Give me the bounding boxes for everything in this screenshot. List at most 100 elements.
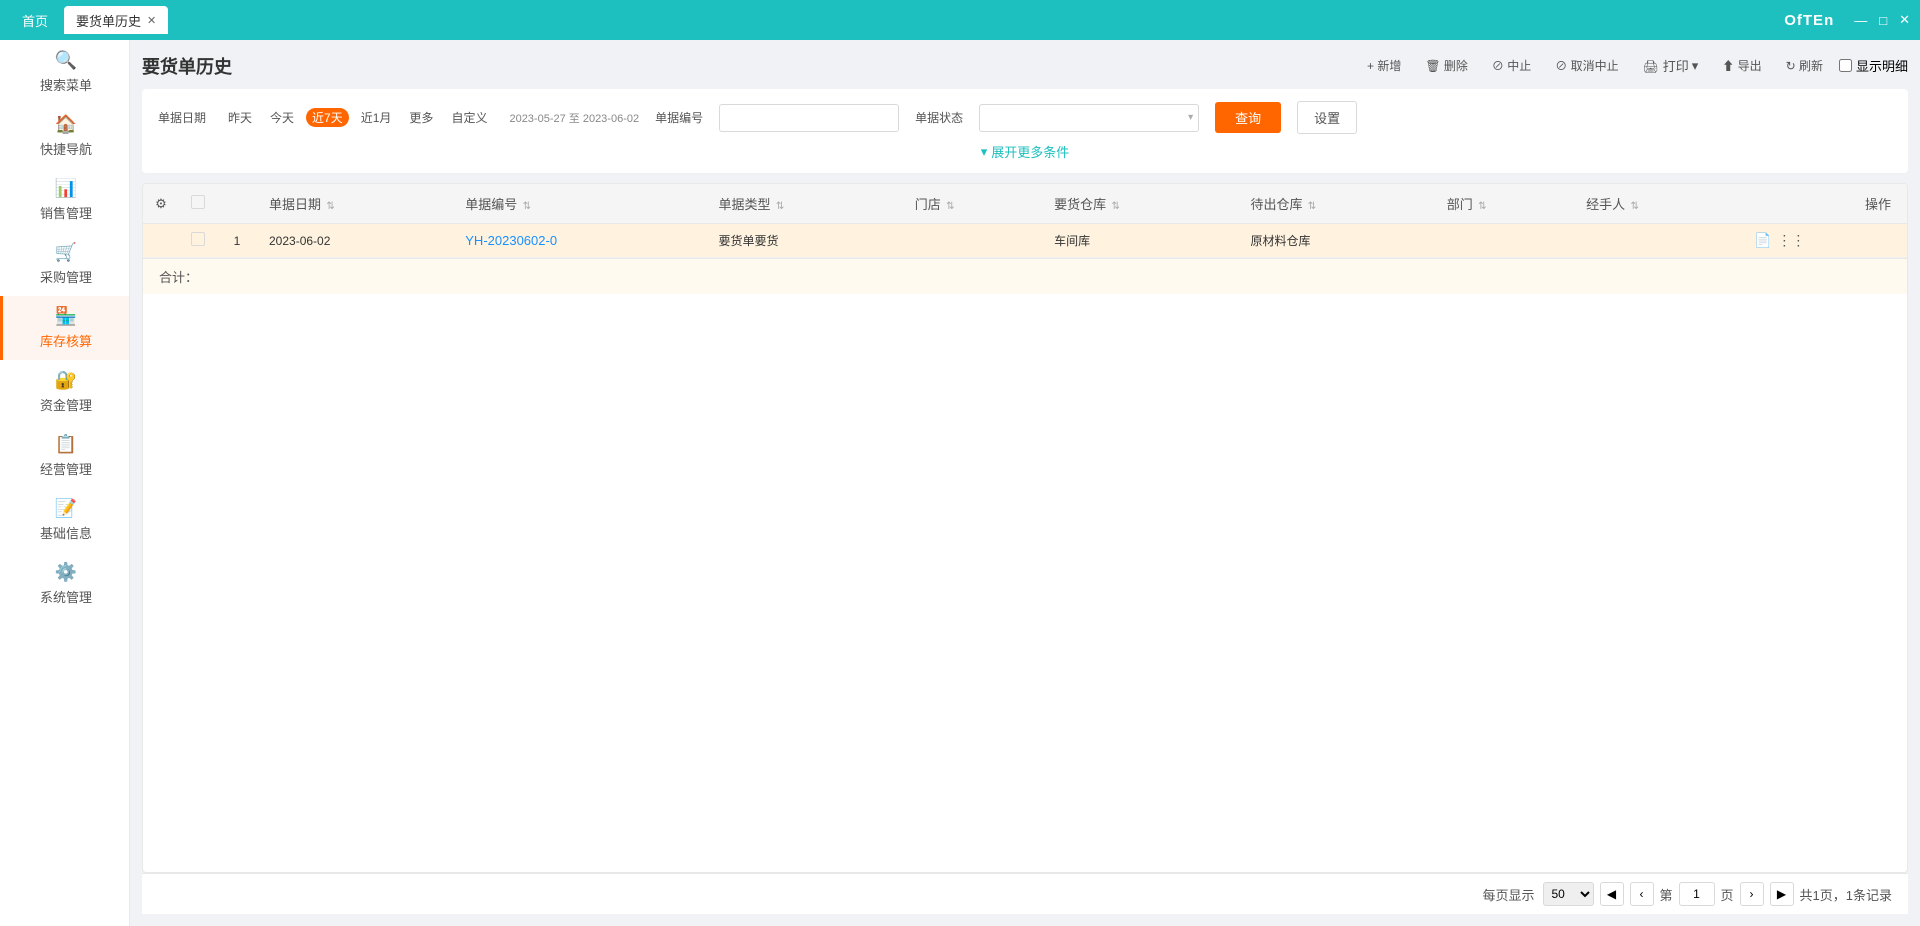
sidebar-item-label-basic: 基础信息 (40, 523, 92, 542)
close-tab-icon[interactable]: ✕ (147, 14, 156, 27)
th-department[interactable]: 部门 ⇅ (1435, 184, 1574, 224)
sales-icon: 📊 (55, 178, 77, 199)
delete-button[interactable]: 🗑 删除 (1417, 53, 1476, 78)
sidebar-item-quick-nav[interactable]: 🏠 快捷导航 (0, 104, 129, 168)
date-last1month-btn[interactable]: 近1月 (355, 108, 398, 127)
expand-label: 展开更多条件 (991, 142, 1069, 161)
sidebar-item-inventory[interactable]: 🏪 库存核算 (0, 296, 129, 360)
th-doc-no[interactable]: 单据编号 ⇅ (453, 184, 706, 224)
sort-store-icon: ⇅ (946, 201, 954, 212)
maximize-icon[interactable]: □ (1879, 13, 1887, 28)
th-settings[interactable]: ⚙ (143, 184, 179, 224)
th-ops: 操作 (1742, 184, 1907, 224)
table-row: 1 2023-06-02 YH-20230602-0 要货单要货 车间库 原材料… (143, 224, 1907, 258)
sidebar-item-ops[interactable]: 📋 经营管理 (0, 424, 129, 488)
td-doc-type: 要货单要货 (707, 224, 903, 258)
print-button[interactable]: 🖨 打印 ▾ (1635, 52, 1707, 79)
sidebar-item-label-purchase: 采购管理 (40, 267, 92, 286)
ops-icon: 📋 (55, 434, 77, 455)
td-req-warehouse: 车间库 (1042, 224, 1238, 258)
sidebar-item-label-ops: 经营管理 (40, 459, 92, 478)
doc-no-link[interactable]: YH-20230602-0 (465, 233, 557, 248)
th-pending-warehouse[interactable]: 待出仓库 ⇅ (1238, 184, 1434, 224)
sort-doc-no-icon: ⇅ (523, 201, 531, 212)
tab-requisition-history[interactable]: 要货单历史 ✕ (64, 6, 168, 34)
sidebar-item-search-menu[interactable]: 🔍 搜索菜单 (0, 40, 129, 104)
doc-number-input[interactable] (719, 104, 899, 132)
select-all-checkbox[interactable] (191, 195, 205, 209)
expand-icon: ▾ (981, 144, 988, 160)
table-wrapper: ⚙ 单据日期 ⇅ 单据编号 ⇅ (142, 183, 1908, 873)
sidebar-item-fund[interactable]: 🔐 资金管理 (0, 360, 129, 424)
filter-bar: 单据日期 昨天 今天 近7天 近1月 更多 自定义 2023-05-27 至 2… (142, 89, 1908, 173)
filter-row-1: 单据日期 昨天 今天 近7天 近1月 更多 自定义 2023-05-27 至 2… (158, 101, 1892, 134)
sort-doc-type-icon: ⇅ (776, 201, 784, 212)
doc-number-label: 单据编号 (655, 109, 703, 126)
th-req-warehouse[interactable]: 要货仓库 ⇅ (1042, 184, 1238, 224)
status-select-wrapper (979, 104, 1199, 132)
date-last7days-btn[interactable]: 近7天 (306, 108, 349, 127)
date-yesterday-btn[interactable]: 昨天 (222, 108, 258, 127)
print-arrow-icon: ▾ (1692, 58, 1699, 74)
sidebar-item-label-inventory: 库存核算 (40, 331, 92, 350)
td-checkbox (179, 224, 217, 258)
first-page-btn[interactable]: ◀ (1600, 882, 1624, 906)
top-bar: 首页 要货单历史 ✕ OfTEn — □ ✕ (0, 0, 1920, 40)
sidebar-item-label-sales: 销售管理 (40, 203, 92, 222)
export-button[interactable]: ⬆ 导出 (1714, 53, 1769, 78)
window-close-icon[interactable]: ✕ (1899, 12, 1910, 28)
sidebar-item-label-search: 搜索菜单 (40, 75, 92, 94)
display-detail-toggle[interactable]: 显示明细 (1839, 56, 1908, 75)
per-page-select[interactable]: 50 20 100 (1543, 882, 1594, 906)
new-button[interactable]: + 新增 (1359, 53, 1409, 78)
app-logo: OfTEn (1784, 12, 1834, 29)
td-store (903, 224, 1042, 258)
cancel-stop-button[interactable]: ⊘ 取消中止 (1547, 53, 1626, 78)
display-detail-checkbox[interactable] (1839, 59, 1852, 72)
sort-req-wh-icon: ⇅ (1112, 201, 1120, 212)
date-more-btn[interactable]: 更多 (403, 108, 439, 127)
date-custom-btn[interactable]: 自定义 (445, 108, 493, 127)
page-suffix: 页 (1721, 885, 1734, 904)
minimize-icon[interactable]: — (1854, 13, 1867, 28)
th-handler[interactable]: 经手人 ⇅ (1574, 184, 1742, 224)
th-num (217, 184, 257, 224)
tab-home[interactable]: 首页 (10, 6, 60, 34)
page-input[interactable] (1679, 882, 1715, 906)
view-icon[interactable]: 📄 (1754, 232, 1771, 249)
next-page-btn[interactable]: › (1740, 882, 1764, 906)
th-doc-type[interactable]: 单据类型 ⇅ (707, 184, 903, 224)
sort-handler-icon: ⇅ (1630, 201, 1638, 212)
prev-page-btn[interactable]: ‹ (1630, 882, 1654, 906)
sidebar-item-sys[interactable]: ⚙️ 系统管理 (0, 552, 129, 616)
td-department (1435, 224, 1574, 258)
page-header: 要货单历史 + 新增 🗑 删除 ⊘ 中止 ⊘ 取消中止 🖨 打印 ▾ ⬆ 导出 … (142, 52, 1908, 79)
settings-icon: ⚙ (155, 196, 167, 211)
date-shortcuts: 昨天 今天 近7天 近1月 更多 自定义 (222, 108, 493, 127)
expand-more-btn[interactable]: ▾ 展开更多条件 (158, 142, 1892, 161)
sidebar-item-sales[interactable]: 📊 销售管理 (0, 168, 129, 232)
th-store[interactable]: 门店 ⇅ (903, 184, 1042, 224)
setting-button[interactable]: 设置 (1297, 101, 1357, 134)
status-select[interactable] (979, 104, 1199, 132)
last-page-btn[interactable]: ▶ (1770, 882, 1794, 906)
sidebar-item-basic-info[interactable]: 📝 基础信息 (0, 488, 129, 552)
inventory-icon: 🏪 (55, 306, 77, 327)
sidebar-item-purchase[interactable]: 🛒 采购管理 (0, 232, 129, 296)
date-filter-label: 单据日期 (158, 109, 206, 126)
td-pending-warehouse: 原材料仓库 (1238, 224, 1434, 258)
more-icon[interactable]: ⋮⋮ (1777, 232, 1805, 249)
basic-info-icon: 📝 (55, 498, 77, 519)
refresh-button[interactable]: ↻ 刷新 (1778, 53, 1831, 78)
th-date[interactable]: 单据日期 ⇅ (257, 184, 453, 224)
query-button[interactable]: 查询 (1215, 102, 1281, 133)
toolbar: + 新增 🗑 删除 ⊘ 中止 ⊘ 取消中止 🖨 打印 ▾ ⬆ 导出 ↻ 刷新 显… (1359, 52, 1908, 79)
row-checkbox[interactable] (191, 232, 205, 246)
sort-pending-wh-icon: ⇅ (1308, 201, 1316, 212)
search-menu-icon: 🔍 (55, 50, 77, 71)
total-label: 合计： (159, 267, 198, 286)
purchase-icon: 🛒 (55, 242, 77, 263)
date-today-btn[interactable]: 今天 (264, 108, 300, 127)
stop-button[interactable]: ⊘ 中止 (1484, 53, 1539, 78)
top-bar-right: OfTEn — □ ✕ (1784, 12, 1910, 29)
